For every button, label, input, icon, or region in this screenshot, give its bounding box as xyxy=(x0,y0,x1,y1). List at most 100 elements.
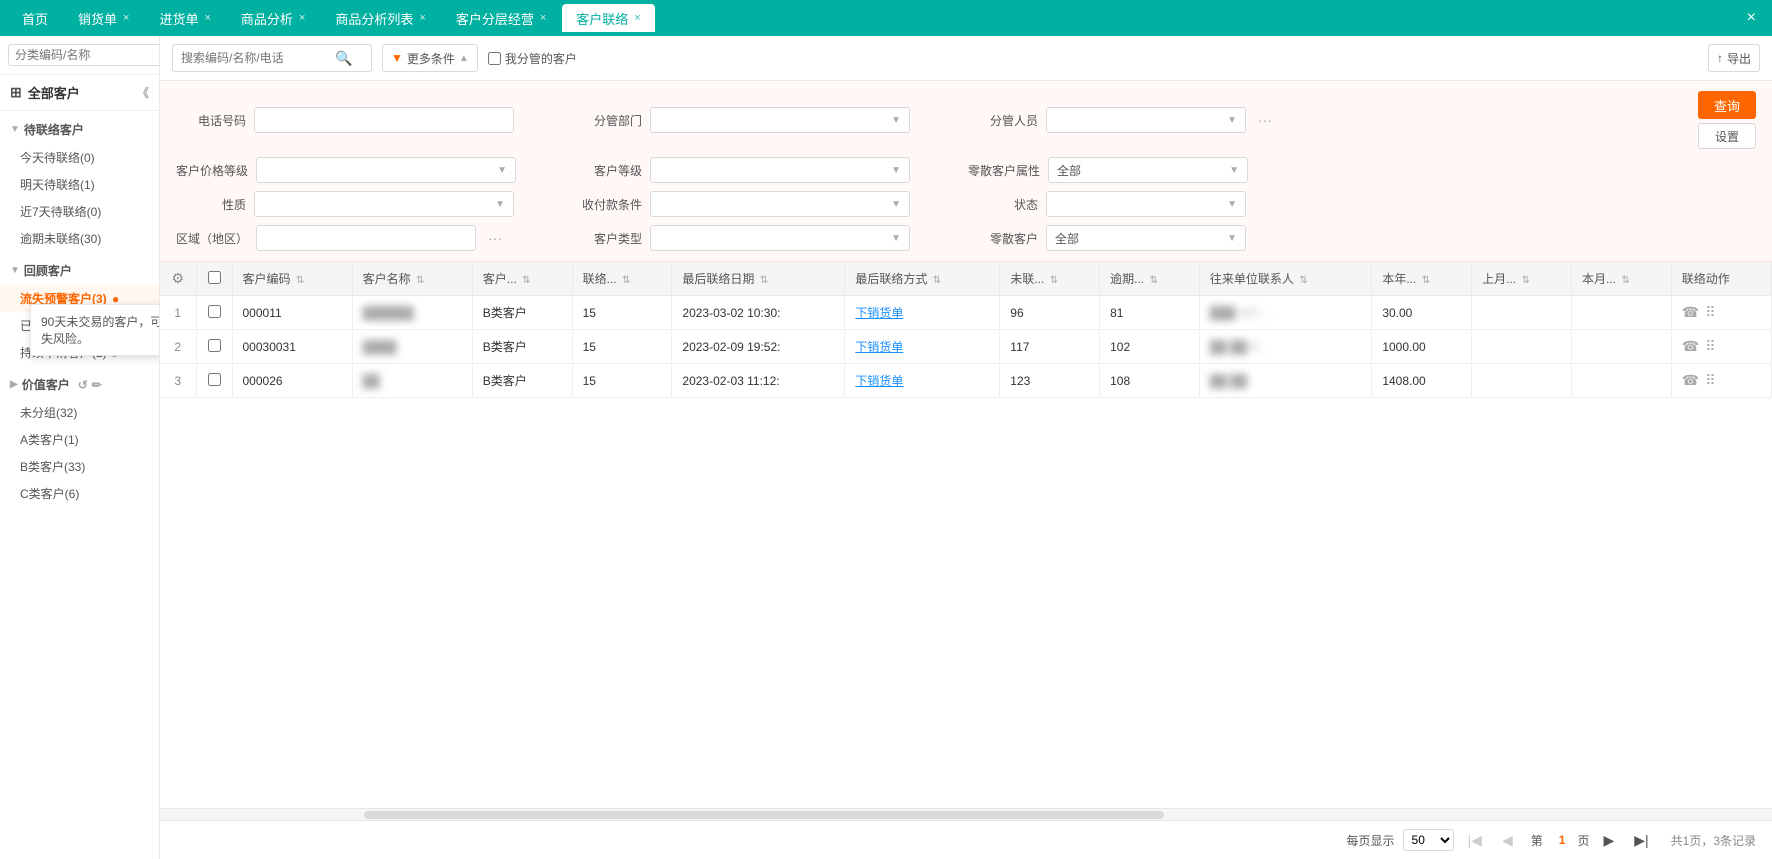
filter-region: 区域（地区） ··· xyxy=(176,225,556,251)
tab-purchase-close[interactable]: × xyxy=(204,12,210,24)
row2-actions: ☎ ⠿ xyxy=(1671,330,1771,364)
tab-analysis-list-close[interactable]: × xyxy=(419,12,425,24)
row2-select-checkbox[interactable] xyxy=(208,339,221,352)
tab-customer-link[interactable]: 客户联络 × xyxy=(562,4,654,32)
col-overdue[interactable]: 逾期... ⇅ xyxy=(1100,262,1200,296)
sidebar-item-class-a[interactable]: A类客户(1) xyxy=(0,426,159,453)
sidebar-item-class-b[interactable]: B类客户(33) xyxy=(0,453,159,480)
col-uncontacted[interactable]: 未联... ⇅ xyxy=(1000,262,1100,296)
col-this-year[interactable]: 本年... ⇅ xyxy=(1372,262,1472,296)
tab-analysis-close[interactable]: × xyxy=(299,12,305,24)
filter-customer-tier: 客户等级 ▼ xyxy=(572,157,952,183)
row2-phone-icon[interactable]: ☎ xyxy=(1682,338,1699,355)
query-button[interactable]: 查询 xyxy=(1698,91,1756,119)
row3-more-icon[interactable]: ⠿ xyxy=(1705,372,1715,389)
tab-sales[interactable]: 销货单 × xyxy=(64,4,143,32)
row1-select-checkbox[interactable] xyxy=(208,305,221,318)
tab-home[interactable]: 首页 xyxy=(8,4,62,32)
table-settings-btn[interactable]: ⚙ xyxy=(171,270,184,287)
col-type[interactable]: 客户... ⇅ xyxy=(472,262,572,296)
col-this-month[interactable]: 本月... ⇅ xyxy=(1571,262,1671,296)
manager-more-icon[interactable]: ··· xyxy=(1254,112,1276,128)
scattered-attr-select[interactable]: 全部 ▼ xyxy=(1048,157,1248,183)
row2-more-icon[interactable]: ⠿ xyxy=(1705,338,1715,355)
search-input[interactable] xyxy=(181,51,331,65)
row3-last-method-link[interactable]: 下销货单 xyxy=(855,374,903,388)
filter-status: 状态 ▼ xyxy=(968,191,1348,217)
tab-customer-tier-label: 客户分层经营 xyxy=(456,9,534,28)
payment-select[interactable]: ▼ xyxy=(650,191,910,217)
select-all-checkbox[interactable] xyxy=(208,271,221,284)
col-code[interactable]: 客户编码 ⇅ xyxy=(232,262,352,296)
sidebar-item-class-c[interactable]: C类客户(6) xyxy=(0,480,159,507)
setting-button[interactable]: 设置 xyxy=(1698,123,1756,149)
sidebar-item-today[interactable]: 今天待联络(0) xyxy=(0,144,159,171)
row2-last-method[interactable]: 下销货单 xyxy=(845,330,1000,364)
col-name[interactable]: 客户名称 ⇅ xyxy=(352,262,472,296)
col-type-label: 客户... xyxy=(483,272,517,286)
col-unit-contact[interactable]: 往来单位联系人 ⇅ xyxy=(1199,262,1371,296)
price-tier-select[interactable]: ▼ xyxy=(256,157,516,183)
page-size-select[interactable]: 50 100 200 xyxy=(1403,829,1454,851)
sidebar-collapse-icon[interactable]: 《 xyxy=(137,84,149,101)
horizontal-scrollbar[interactable] xyxy=(364,811,1164,819)
col-last-method[interactable]: 最后联络方式 ⇅ xyxy=(845,262,1000,296)
phone-input[interactable] xyxy=(254,107,514,133)
section-pending-title[interactable]: ▼ 待联络客户 xyxy=(0,115,159,144)
nature-select[interactable]: ▼ xyxy=(254,191,514,217)
table-row: 2 00030031 ████ B类客户 15 2023-02-09 19:52… xyxy=(160,330,1772,364)
section-review-title[interactable]: ▼ 回顾客户 xyxy=(0,256,159,285)
row1-phone-icon[interactable]: ☎ xyxy=(1682,304,1699,321)
sidebar-item-ungroup[interactable]: 未分组(32) xyxy=(0,399,159,426)
manager-select[interactable]: ▼ xyxy=(1046,107,1246,133)
table-container[interactable]: ⚙ 客户编码 ⇅ 客户名称 ⇅ xyxy=(160,262,1772,808)
row3-phone-icon[interactable]: ☎ xyxy=(1682,372,1699,389)
page-prev-btn[interactable]: ◀ xyxy=(1496,830,1519,851)
row3-last-method[interactable]: 下销货单 xyxy=(845,364,1000,398)
tab-customer-tier-close[interactable]: × xyxy=(540,12,546,24)
row3-select-checkbox[interactable] xyxy=(208,373,221,386)
tab-customer-tier[interactable]: 客户分层经营 × xyxy=(442,4,560,32)
col-contact[interactable]: 联络... ⇅ xyxy=(572,262,672,296)
row1-more-icon[interactable]: ⠿ xyxy=(1705,304,1715,321)
row1-last-method[interactable]: 下销货单 xyxy=(845,296,1000,330)
customer-tier-select[interactable]: ▼ xyxy=(650,157,910,183)
sort-icon-this-month: ⇅ xyxy=(1621,275,1629,286)
tab-purchase[interactable]: 进货单 × xyxy=(145,4,224,32)
tab-customer-link-close[interactable]: × xyxy=(634,12,640,24)
tab-sales-close[interactable]: × xyxy=(123,12,129,24)
edit-icon[interactable]: ✏ xyxy=(92,378,102,392)
scattered-select[interactable]: 全部 ▼ xyxy=(1046,225,1246,251)
sidebar-item-tomorrow[interactable]: 明天待联络(1) xyxy=(0,171,159,198)
page-first-btn[interactable]: |◀ xyxy=(1462,830,1488,851)
dept-select[interactable]: ▼ xyxy=(650,107,910,133)
page-next-btn[interactable]: ▶ xyxy=(1597,830,1620,851)
page-last-btn[interactable]: ▶| xyxy=(1628,830,1654,851)
more-conditions-btn[interactable]: ▼ 更多条件 ▲ xyxy=(382,44,478,72)
my-customers-check[interactable]: 我分管的客户 xyxy=(488,50,577,67)
col-last-month[interactable]: 上月... ⇅ xyxy=(1472,262,1572,296)
region-more-icon[interactable]: ··· xyxy=(484,230,506,246)
export-btn[interactable]: ↑ 导出 xyxy=(1708,44,1760,72)
filter-panel: 电话号码 分管部门 ▼ 分管人员 ▼ ··· xyxy=(160,81,1772,262)
col-last-date[interactable]: 最后联络日期 ⇅ xyxy=(672,262,845,296)
app-close-button[interactable]: × xyxy=(1739,9,1764,27)
row2-last-method-link[interactable]: 下销货单 xyxy=(855,340,903,354)
section-value-title[interactable]: ▶ 价值客户 ↺ ✏ xyxy=(0,370,159,399)
refresh-icon[interactable]: ↺ xyxy=(78,378,88,392)
sidebar-item-7days[interactable]: 近7天待联络(0) xyxy=(0,198,159,225)
sidebar-all-customers[interactable]: ⊞ 全部客户 《 xyxy=(0,75,159,111)
customer-tier-arrow: ▼ xyxy=(891,165,901,176)
row1-last-method-link[interactable]: 下销货单 xyxy=(855,306,903,320)
sidebar-item-overdue[interactable]: 逾期未联络(30) xyxy=(0,225,159,252)
tab-analysis[interactable]: 商品分析 × xyxy=(227,4,319,32)
tab-analysis-list[interactable]: 商品分析列表 × xyxy=(321,4,439,32)
sidebar-search-input[interactable] xyxy=(8,44,160,66)
row3-code: 000026 xyxy=(232,364,352,398)
customer-type-select[interactable]: ▼ xyxy=(650,225,910,251)
my-customers-checkbox[interactable] xyxy=(488,52,501,65)
search-icon[interactable]: 🔍 xyxy=(335,50,352,67)
arrow-down-icon: ▼ xyxy=(10,124,20,135)
region-select[interactable] xyxy=(256,225,476,251)
status-select[interactable]: ▼ xyxy=(1046,191,1246,217)
